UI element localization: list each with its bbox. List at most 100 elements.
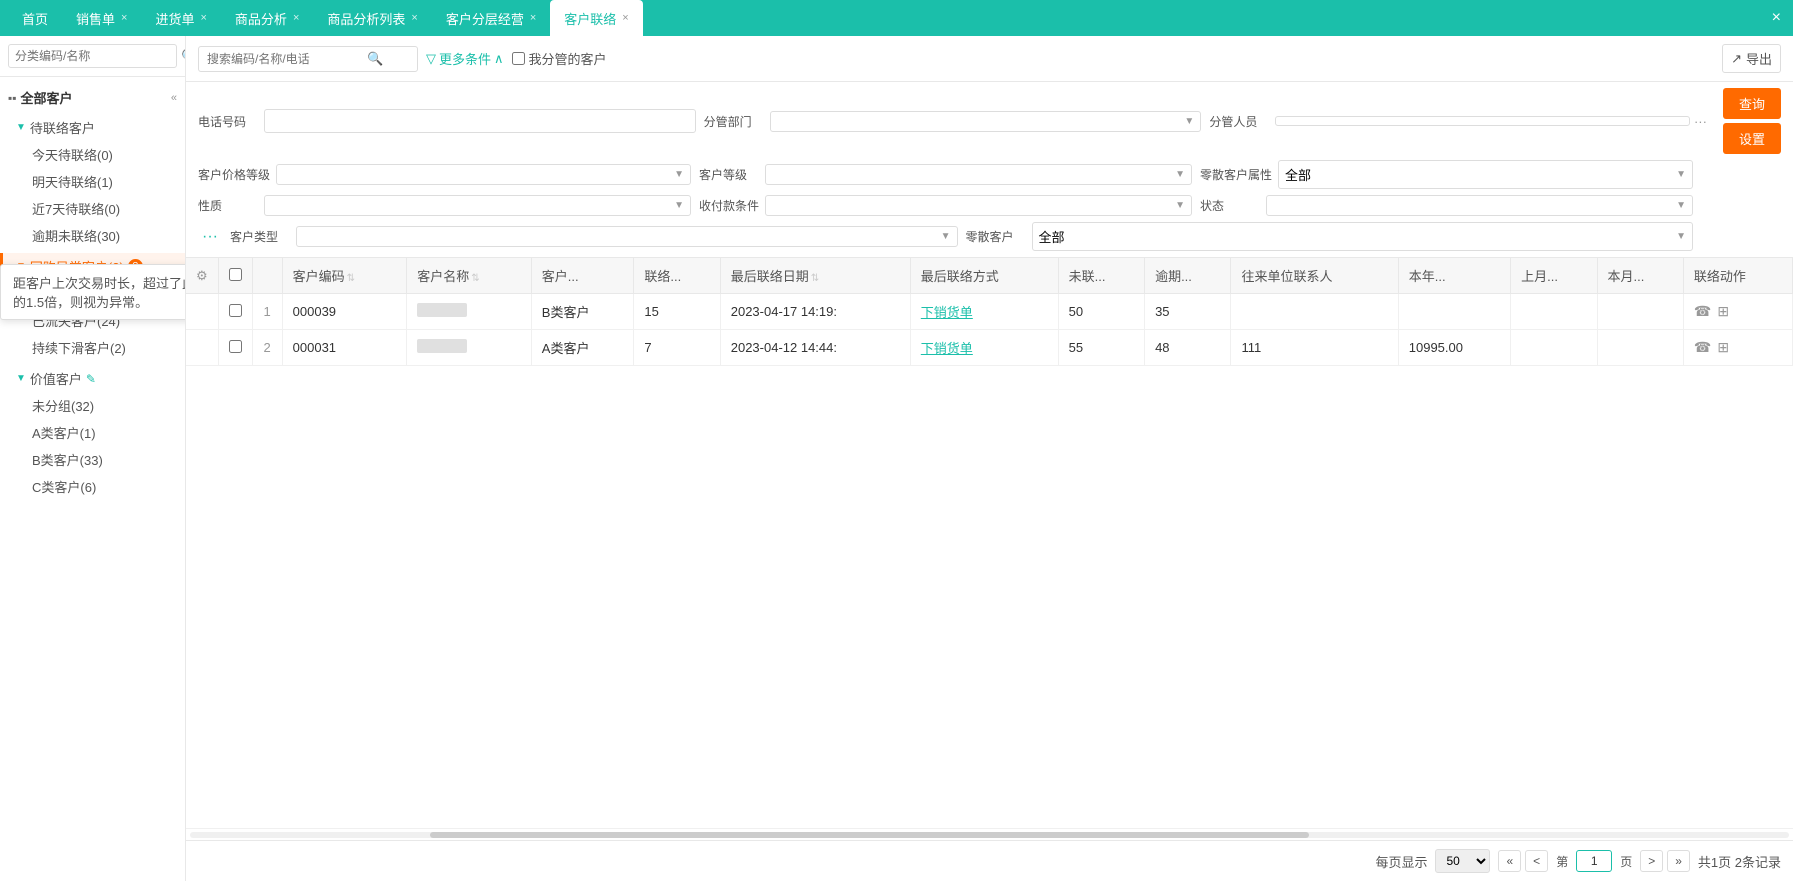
customer-type-select[interactable]: ▼ [296, 226, 958, 247]
nav-customer-tier[interactable]: 客户分层经营 × [432, 0, 550, 36]
filter-nature: 性质 ▼ [198, 195, 691, 216]
row2-check[interactable] [229, 340, 242, 353]
status-select[interactable]: ▼ [1266, 195, 1693, 216]
sidebar-subgroup-pending-header[interactable]: ▼ 待联络客户 [0, 114, 185, 141]
filter-customer-type: 客户类型 ▼ [230, 226, 958, 247]
row1-code: 000039 [282, 294, 407, 330]
more-conditions-button[interactable]: ▽ 更多条件 ∧ [426, 49, 504, 68]
nav-product-analysis-close[interactable]: × [293, 12, 299, 24]
col-this-year: 本年... [1398, 258, 1510, 294]
price-level-arrow: ▼ [674, 169, 684, 180]
nav-sales-close[interactable]: × [121, 12, 127, 24]
nav-customer-contact-close[interactable]: × [622, 12, 628, 24]
row2-checkbox[interactable] [218, 330, 252, 366]
col-settings[interactable]: ⚙ [186, 258, 218, 294]
sidebar-item-ungrouped[interactable]: 未分组(32) [0, 392, 185, 419]
sidebar-item-today[interactable]: 今天待联络(0) [0, 141, 185, 168]
nav-customer-contact[interactable]: 客户联络 × [550, 0, 642, 36]
scatter-customer-select[interactable]: 全部 ▼ [1032, 222, 1694, 251]
col-this-month: 本月... [1597, 258, 1683, 294]
sidebar-subgroup-value-header[interactable]: ▼ 价值客户 ✎ [0, 365, 185, 392]
nav-purchase-close[interactable]: × [200, 12, 206, 24]
filter-customer-level: 客户等级 ▼ [699, 164, 1192, 185]
payment-arrow: ▼ [1175, 200, 1185, 211]
row2-name [407, 330, 532, 366]
sidebar-search-input[interactable] [8, 44, 177, 68]
export-button[interactable]: ↗ 导出 [1722, 44, 1781, 73]
row2-more-icon[interactable]: ⊞ [1717, 339, 1729, 356]
next-page-button[interactable]: > [1640, 850, 1663, 872]
payment-select[interactable]: ▼ [765, 195, 1192, 216]
main-search-icon[interactable]: 🔍 [367, 51, 383, 67]
first-page-button[interactable]: « [1498, 850, 1521, 872]
sidebar-item-tomorrow[interactable]: 明天待联络(1) [0, 168, 185, 195]
triangle-icon: ▼ [16, 122, 26, 133]
filter-row-1: 电话号码 分管部门 ▼ 分管人员 ··· [198, 88, 1781, 154]
current-page-input[interactable] [1576, 850, 1612, 872]
price-level-select[interactable]: ▼ [276, 164, 691, 185]
row1-check[interactable] [229, 304, 242, 317]
last-page-button[interactable]: » [1667, 850, 1690, 872]
customer-level-select[interactable]: ▼ [765, 164, 1192, 185]
row1-call-icon[interactable]: ☎ [1694, 303, 1711, 320]
sidebar-item-declining[interactable]: 持续下滑客户(2) [0, 334, 185, 361]
row1-checkbox[interactable] [218, 294, 252, 330]
nature-select[interactable]: ▼ [264, 195, 691, 216]
row2-action-icons: ☎ ⊞ [1694, 339, 1782, 356]
scatter-attr-select[interactable]: 全部 ▼ [1278, 160, 1693, 189]
settings-button[interactable]: 设置 [1723, 123, 1781, 154]
customer-table: ⚙ 客户编码⇅ 客户名称⇅ 客户... 联络... 最后联络日期⇅ 最后联络方式… [186, 258, 1793, 366]
prev-page-button[interactable]: < [1525, 850, 1548, 872]
sidebar-item-overdue[interactable]: 逾期未联络(30) [0, 222, 185, 249]
sidebar-collapse-button[interactable]: « [171, 92, 177, 104]
nav-purchase[interactable]: 进货单 × [141, 0, 220, 36]
table-horizontal-scrollbar[interactable] [186, 828, 1793, 840]
edit-icon[interactable]: ✎ [86, 372, 96, 386]
manager-select[interactable] [1275, 116, 1690, 126]
row1-more-icon[interactable]: ⊞ [1717, 303, 1729, 320]
nav-customer-tier-close[interactable]: × [530, 12, 536, 24]
sidebar: 🔍 ▪▪ 全部客户 « ▼ 待联络客户 今天待联络(0) 明天待联络(1) [0, 36, 186, 881]
phone-input[interactable] [264, 109, 696, 133]
nav-product-list-close[interactable]: × [411, 12, 417, 24]
query-button[interactable]: 查询 [1723, 88, 1781, 119]
manager-dots[interactable]: ··· [1694, 114, 1707, 129]
filter-dept: 分管部门 ▼ [704, 111, 1202, 132]
dept-select[interactable]: ▼ [770, 111, 1202, 132]
window-close-button[interactable]: × [1772, 9, 1781, 27]
nav-product-list[interactable]: 商品分析列表 × [313, 0, 431, 36]
main-search-input[interactable] [207, 52, 367, 66]
sidebar-item-c-class[interactable]: C类客户(6) [0, 473, 185, 500]
row1-overdue: 35 [1145, 294, 1231, 330]
content-area: 🔍 ▽ 更多条件 ∧ 我分管的客户 ↗ 导出 [186, 36, 1793, 881]
filter-row-4: ··· 客户类型 ▼ 零散客户 全部 ▼ [198, 222, 1781, 251]
more-options-button[interactable]: ··· [198, 228, 222, 246]
top-navigation: 首页 销售单 × 进货单 × 商品分析 × 商品分析列表 × 客户分层经营 × … [0, 0, 1793, 36]
sidebar-item-7days[interactable]: 近7天待联络(0) [0, 195, 185, 222]
col-checkbox[interactable] [218, 258, 252, 294]
row1-name [407, 294, 532, 330]
nav-sales[interactable]: 销售单 × [62, 0, 141, 36]
filter-phone: 电话号码 [198, 109, 696, 133]
page-size-select[interactable]: 50 100 200 [1435, 849, 1490, 873]
row1-num: 1 [252, 294, 282, 330]
filter-row-2: 客户价格等级 ▼ 客户等级 ▼ 零散客户属性 全部 [198, 160, 1781, 189]
filter-row-3: 性质 ▼ 收付款条件 ▼ 状态 [198, 195, 1781, 216]
sidebar-item-b-class[interactable]: B类客户(33) [0, 446, 185, 473]
nav-home[interactable]: 首页 [8, 0, 62, 36]
page-label: 第 [1556, 853, 1568, 870]
sidebar-all-customers[interactable]: ▪▪ 全部客户 « [0, 83, 185, 112]
scroll-thumb[interactable] [430, 832, 1309, 838]
customer-level-arrow: ▼ [1175, 169, 1185, 180]
col-contact: 联络... [634, 258, 720, 294]
sidebar-search-icon[interactable]: 🔍 [181, 48, 186, 65]
row1-action-icons: ☎ ⊞ [1694, 303, 1782, 320]
row2-actions: ☎ ⊞ [1683, 330, 1792, 366]
row2-call-icon[interactable]: ☎ [1694, 339, 1711, 356]
select-all-checkbox[interactable] [229, 268, 242, 281]
row2-last-method: 下销货单 [910, 330, 1058, 366]
sidebar-item-a-class[interactable]: A类客户(1) [0, 419, 185, 446]
nav-product-analysis[interactable]: 商品分析 × [221, 0, 313, 36]
col-contact-person: 往来单位联系人 [1231, 258, 1398, 294]
my-customers-checkbox[interactable] [512, 52, 525, 65]
